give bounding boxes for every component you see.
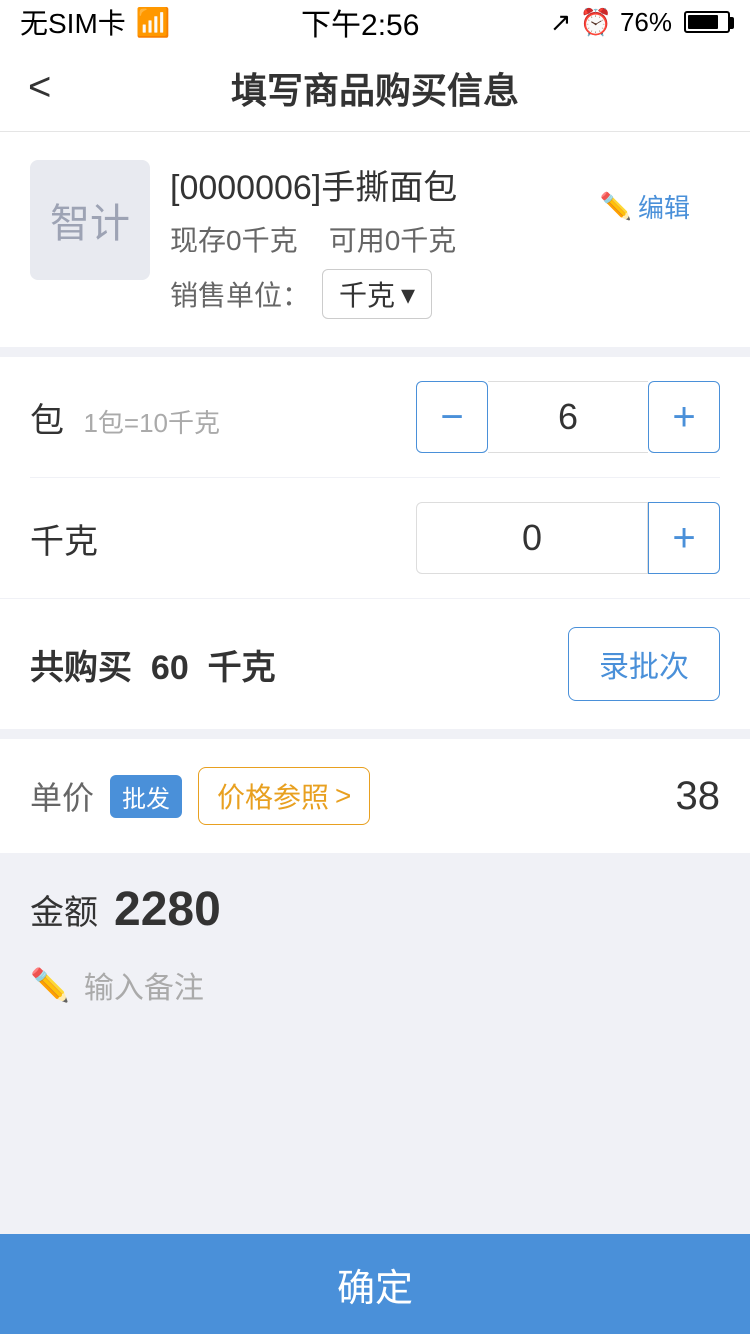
page-title: 填写商品购买信息 xyxy=(231,62,519,114)
confirm-button-label: 确定 xyxy=(337,1257,413,1312)
remark-row[interactable]: ✏️ 输入备注 xyxy=(30,953,720,1027)
status-bar: 无SIM卡 📶 下午2:56 ↗ ⏰ 76% xyxy=(0,0,750,44)
kg-stepper: + xyxy=(416,502,720,574)
location-icon: ↗ xyxy=(550,7,572,38)
amount-value: 2280 xyxy=(114,882,221,937)
product-card: 智计 [0000006]手撕面包 现存0千克 可用0千克 销售单位： 千克 ▾ … xyxy=(0,132,750,357)
nav-bar: < 填写商品购买信息 xyxy=(0,44,750,132)
price-reference-button[interactable]: 价格参照 > xyxy=(198,767,370,825)
price-value: 38 xyxy=(676,774,721,819)
kg-increment-button[interactable]: + xyxy=(648,502,720,574)
unit-prefix: 销售单位： xyxy=(170,274,310,314)
status-bar-right: ↗ ⏰ 76% xyxy=(550,7,730,38)
price-label: 单价 xyxy=(30,773,94,819)
bao-row: 包 1包=10千克 − + xyxy=(30,357,720,478)
pencil-icon: ✏️ xyxy=(30,966,70,1004)
alarm-icon: ⏰ xyxy=(580,7,612,38)
bao-increment-button[interactable]: + xyxy=(648,381,720,453)
carrier-label: 无SIM卡 xyxy=(20,2,126,42)
price-type-tag: 批发 xyxy=(110,775,182,818)
bao-sublabel: 1包=10千克 xyxy=(83,408,220,438)
battery-icon xyxy=(684,11,730,33)
stock-label: 现存0千克 xyxy=(170,225,298,256)
product-unit-row: 销售单位： 千克 ▾ xyxy=(170,269,720,319)
status-bar-time: 下午2:56 xyxy=(301,0,419,44)
remark-placeholder[interactable]: 输入备注 xyxy=(84,963,204,1007)
bao-decrement-button[interactable]: − xyxy=(416,381,488,453)
confirm-button[interactable]: 确定 xyxy=(0,1234,750,1334)
product-thumbnail: 智计 xyxy=(30,160,150,280)
price-section: 单价 批发 价格参照 > 38 xyxy=(0,739,750,854)
amount-label: 金额 xyxy=(30,885,98,934)
bao-stepper: − + xyxy=(416,381,720,453)
amount-row: 金额 2280 xyxy=(30,882,720,937)
wifi-icon: 📶 xyxy=(136,6,171,39)
total-amount: 60 xyxy=(151,649,189,687)
back-button[interactable]: < xyxy=(28,65,51,110)
available-label: 可用0千克 xyxy=(329,225,457,256)
chevron-right-icon: > xyxy=(335,780,351,812)
total-row: 共购买 60 千克 录批次 xyxy=(0,599,750,739)
batch-button[interactable]: 录批次 xyxy=(568,627,720,701)
bao-label: 包 1包=10千克 xyxy=(30,393,416,442)
battery-label: 76% xyxy=(620,7,672,38)
total-text: 共购买 60 千克 xyxy=(30,640,276,689)
kg-row: 千克 + xyxy=(30,478,720,598)
edit-button[interactable]: ✏️ 编辑 xyxy=(600,188,690,225)
status-bar-left: 无SIM卡 📶 xyxy=(20,2,171,42)
quantity-section: 包 1包=10千克 − + 千克 + xyxy=(0,357,750,599)
unit-select[interactable]: 千克 ▾ xyxy=(322,269,432,319)
product-info: [0000006]手撕面包 现存0千克 可用0千克 销售单位： 千克 ▾ ✏️ … xyxy=(170,160,720,319)
kg-input[interactable] xyxy=(416,502,648,574)
thumb-label: 智计 xyxy=(50,191,130,249)
chevron-down-icon: ▾ xyxy=(401,278,415,311)
bao-input[interactable] xyxy=(488,381,648,453)
kg-label: 千克 xyxy=(30,514,416,563)
edit-icon: ✏️ xyxy=(600,191,632,222)
amount-section: 金额 2280 ✏️ 输入备注 xyxy=(0,854,750,1037)
product-stock: 现存0千克 可用0千克 xyxy=(170,219,720,259)
